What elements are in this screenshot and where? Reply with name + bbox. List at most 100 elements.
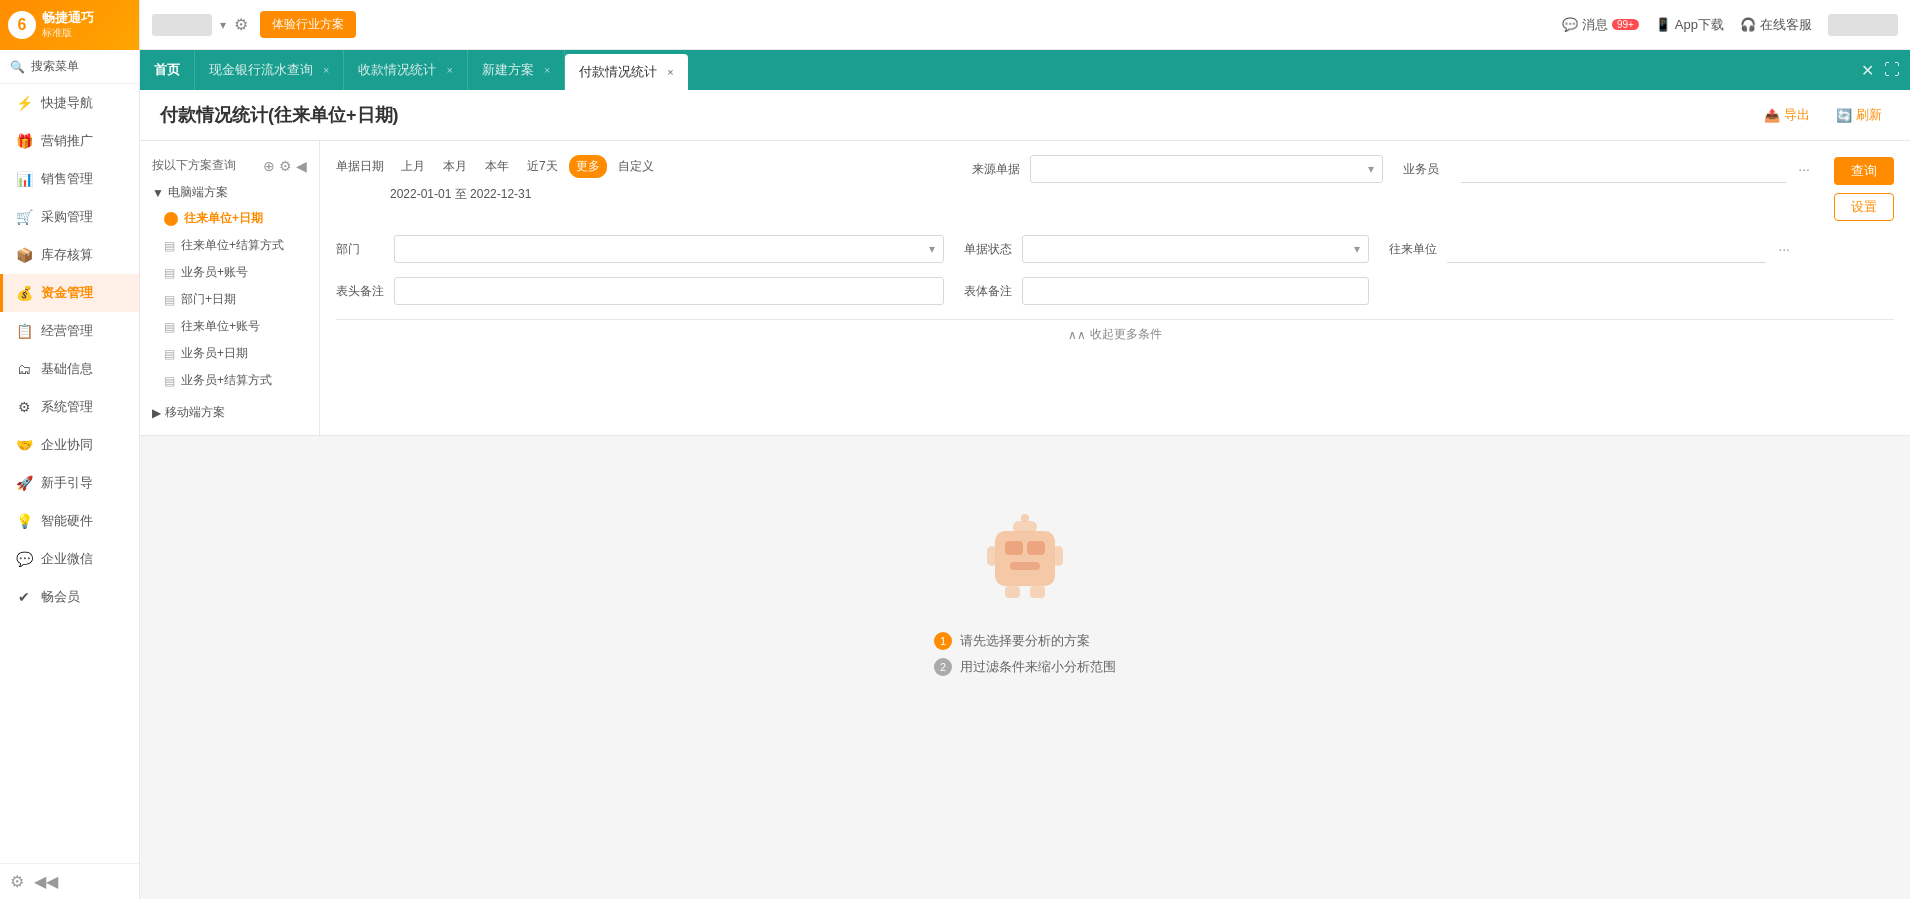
dropdown-icon[interactable]: ▾ bbox=[220, 18, 226, 32]
query-btn[interactable]: 查询 bbox=[1834, 157, 1894, 185]
tab-close-new-scheme[interactable]: × bbox=[544, 64, 550, 76]
scheme-collapse-icon[interactable]: ◀ bbox=[296, 158, 307, 174]
scheme-item-label-dept-date: 部门+日期 bbox=[181, 291, 236, 308]
scheme-item-staff-account[interactable]: ▤业务员+账号 bbox=[140, 259, 319, 286]
scheme-header-label: 按以下方案查询 bbox=[152, 157, 236, 174]
collapse-conditions-btn[interactable]: ∧∧ 收起更多条件 bbox=[336, 319, 1894, 349]
tab-bar: 首页现金银行流水查询×收款情况统计×新建方案×付款情况统计× ✕ ⛶ bbox=[140, 50, 1910, 90]
tab-close-bank-flow[interactable]: × bbox=[323, 64, 329, 76]
tab-payment-stat[interactable]: 付款情况统计× bbox=[565, 54, 687, 90]
scheme-item-label-staff-settle: 业务员+结算方式 bbox=[181, 372, 272, 389]
scheme-item-icon-staff-date: ▤ bbox=[164, 347, 175, 361]
scheme-item-staff-date[interactable]: ▤ 业务员+日期 bbox=[140, 340, 319, 367]
sidebar-item-wechat[interactable]: 💬企业微信 bbox=[0, 540, 139, 578]
scheme-group-mobile[interactable]: ▶ 移动端方案 bbox=[140, 400, 319, 425]
empty-hints: 1 请先选择要分析的方案 2 用过滤条件来缩小分析范围 bbox=[934, 632, 1116, 676]
footer-settings-icon[interactable]: ⚙ bbox=[10, 872, 24, 891]
date-shortcut-5[interactable]: 自定义 bbox=[611, 155, 661, 178]
sidebar-item-hardware[interactable]: 💡智能硬件 bbox=[0, 502, 139, 540]
sidebar-item-member[interactable]: ✔畅会员 bbox=[0, 578, 139, 616]
body-note-input[interactable] bbox=[1022, 277, 1369, 305]
dept-select[interactable]: ▾ bbox=[394, 235, 944, 263]
scheme-item-label-staff-date: 业务员+日期 bbox=[181, 345, 248, 362]
svg-rect-8 bbox=[1013, 521, 1037, 533]
sidebar-item-basic[interactable]: 🗂基础信息 bbox=[0, 350, 139, 388]
tab-label-receipt-stat: 收款情况统计 bbox=[358, 61, 436, 79]
filter-row-1: 单据日期 上月本月本年近7天更多自定义 2022-01-01 至 2022-12… bbox=[336, 155, 1894, 221]
scheme-settings-icon[interactable]: ⚙ bbox=[279, 158, 292, 174]
refresh-btn[interactable]: 🔄 刷新 bbox=[1828, 102, 1890, 128]
nav-icon-system: ⚙ bbox=[15, 399, 33, 415]
export-btn[interactable]: 📤 导出 bbox=[1756, 102, 1818, 128]
scheme-item-unit-settle[interactable]: ▤往来单位+结算方式 bbox=[140, 232, 319, 259]
page-header: 付款情况统计(往来单位+日期) 📤 导出 🔄 刷新 bbox=[140, 90, 1910, 141]
main-area: ▾ ⚙ 体验行业方案 💬 消息 99+ 📱 App下载 🎧 在线客服 首页现金银… bbox=[140, 0, 1910, 899]
tab-expand-icon[interactable]: ⛶ bbox=[1884, 61, 1900, 79]
sidebar-item-purchase[interactable]: 🛒采购管理 bbox=[0, 198, 139, 236]
sidebar-item-marketing[interactable]: 🎁营销推广 bbox=[0, 122, 139, 160]
sidebar-item-system[interactable]: ⚙系统管理 bbox=[0, 388, 139, 426]
staff-select[interactable] bbox=[1461, 155, 1786, 183]
sidebar-item-operation[interactable]: 📋经营管理 bbox=[0, 312, 139, 350]
sidebar-item-sales[interactable]: 📊销售管理 bbox=[0, 160, 139, 198]
app-download-action[interactable]: 📱 App下载 bbox=[1655, 16, 1724, 34]
scheme-item-dept-date[interactable]: ▤ 部门+日期 bbox=[140, 286, 319, 313]
scheme-item-staff-settle[interactable]: ▤业务员+结算方式 bbox=[140, 367, 319, 394]
tab-new-scheme[interactable]: 新建方案× bbox=[468, 50, 565, 90]
tab-bar-actions: ✕ ⛶ bbox=[1851, 50, 1910, 90]
partner-select[interactable] bbox=[1447, 235, 1766, 263]
tab-close-all-icon[interactable]: ✕ bbox=[1861, 61, 1874, 80]
date-shortcut-0[interactable]: 上月 bbox=[394, 155, 432, 178]
date-field: 单据日期 上月本月本年近7天更多自定义 2022-01-01 至 2022-12… bbox=[336, 155, 952, 203]
footer-collapse-icon[interactable]: ◀◀ bbox=[34, 872, 58, 891]
nav-label-quick-nav: 快捷导航 bbox=[41, 94, 93, 112]
sidebar: 6 畅捷通巧 标准版 🔍 搜索菜单 ⚡快捷导航🎁营销推广📊销售管理🛒采购管理📦库… bbox=[0, 0, 140, 899]
sidebar-item-finance[interactable]: 💰资金管理 bbox=[0, 274, 139, 312]
message-action[interactable]: 💬 消息 99+ bbox=[1562, 16, 1639, 34]
export-label: 导出 bbox=[1784, 106, 1810, 124]
sidebar-item-inventory[interactable]: 📦 库存核算 bbox=[0, 236, 139, 274]
trial-btn[interactable]: 体验行业方案 bbox=[260, 11, 356, 38]
nav-label-wechat: 企业微信 bbox=[41, 550, 93, 568]
search-menu[interactable]: 🔍 搜索菜单 bbox=[0, 50, 139, 84]
export-icon: 📤 bbox=[1764, 108, 1780, 123]
tab-home[interactable]: 首页 bbox=[140, 50, 195, 90]
source-doc-select[interactable]: ▾ bbox=[1030, 155, 1383, 183]
sidebar-item-guide[interactable]: 🚀新手引导 bbox=[0, 464, 139, 502]
nav-icon-inventory: 📦 bbox=[15, 247, 33, 263]
scheme-group-desktop[interactable]: ▼ 电脑端方案 bbox=[140, 180, 319, 205]
scheme-group-label: 电脑端方案 bbox=[168, 184, 228, 201]
scheme-item-icon-dept-date: ▤ bbox=[164, 293, 175, 307]
date-shortcuts: 上月本月本年近7天更多自定义 bbox=[394, 155, 661, 178]
partner-dots[interactable]: ··· bbox=[1774, 241, 1794, 257]
scheme-item-unit-account[interactable]: ▤往来单位+账号 bbox=[140, 313, 319, 340]
date-shortcut-4[interactable]: 更多 bbox=[569, 155, 607, 178]
staff-label: 业务员 bbox=[1403, 161, 1453, 178]
sidebar-item-enterprise[interactable]: 🤝企业协同 bbox=[0, 426, 139, 464]
tab-label-home: 首页 bbox=[154, 61, 180, 79]
nav-label-purchase: 采购管理 bbox=[41, 208, 93, 226]
empty-hint-1: 1 请先选择要分析的方案 bbox=[934, 632, 1116, 650]
user-avatar bbox=[152, 14, 212, 36]
svg-rect-0 bbox=[995, 531, 1055, 586]
date-shortcut-3[interactable]: 近7天 bbox=[520, 155, 565, 178]
tab-close-receipt-stat[interactable]: × bbox=[446, 64, 452, 76]
nav-label-guide: 新手引导 bbox=[41, 474, 93, 492]
tab-receipt-stat[interactable]: 收款情况统计 × bbox=[344, 50, 467, 90]
user-info[interactable] bbox=[1828, 14, 1898, 36]
sidebar-item-quick-nav[interactable]: ⚡快捷导航 bbox=[0, 84, 139, 122]
date-shortcut-2[interactable]: 本年 bbox=[478, 155, 516, 178]
header-note-input[interactable] bbox=[394, 277, 944, 305]
settings-btn[interactable]: 设置 bbox=[1834, 193, 1894, 221]
tab-close-payment-stat[interactable]: × bbox=[667, 66, 673, 78]
scheme-add-icon[interactable]: ⊕ bbox=[263, 158, 275, 174]
staff-dots[interactable]: ··· bbox=[1794, 161, 1814, 177]
nav-label-inventory: 库存核算 bbox=[41, 246, 93, 264]
service-action[interactable]: 🎧 在线客服 bbox=[1740, 16, 1812, 34]
date-shortcut-1[interactable]: 本月 bbox=[436, 155, 474, 178]
tab-bank-flow[interactable]: 现金银行流水查询 × bbox=[195, 50, 344, 90]
scheme-item-unit-date[interactable]: 往来单位+日期 bbox=[140, 205, 319, 232]
settings-icon[interactable]: ⚙ bbox=[234, 15, 248, 34]
doc-status-select[interactable]: ▾ bbox=[1022, 235, 1369, 263]
tab-label-bank-flow: 现金银行流水查询 bbox=[209, 61, 313, 79]
